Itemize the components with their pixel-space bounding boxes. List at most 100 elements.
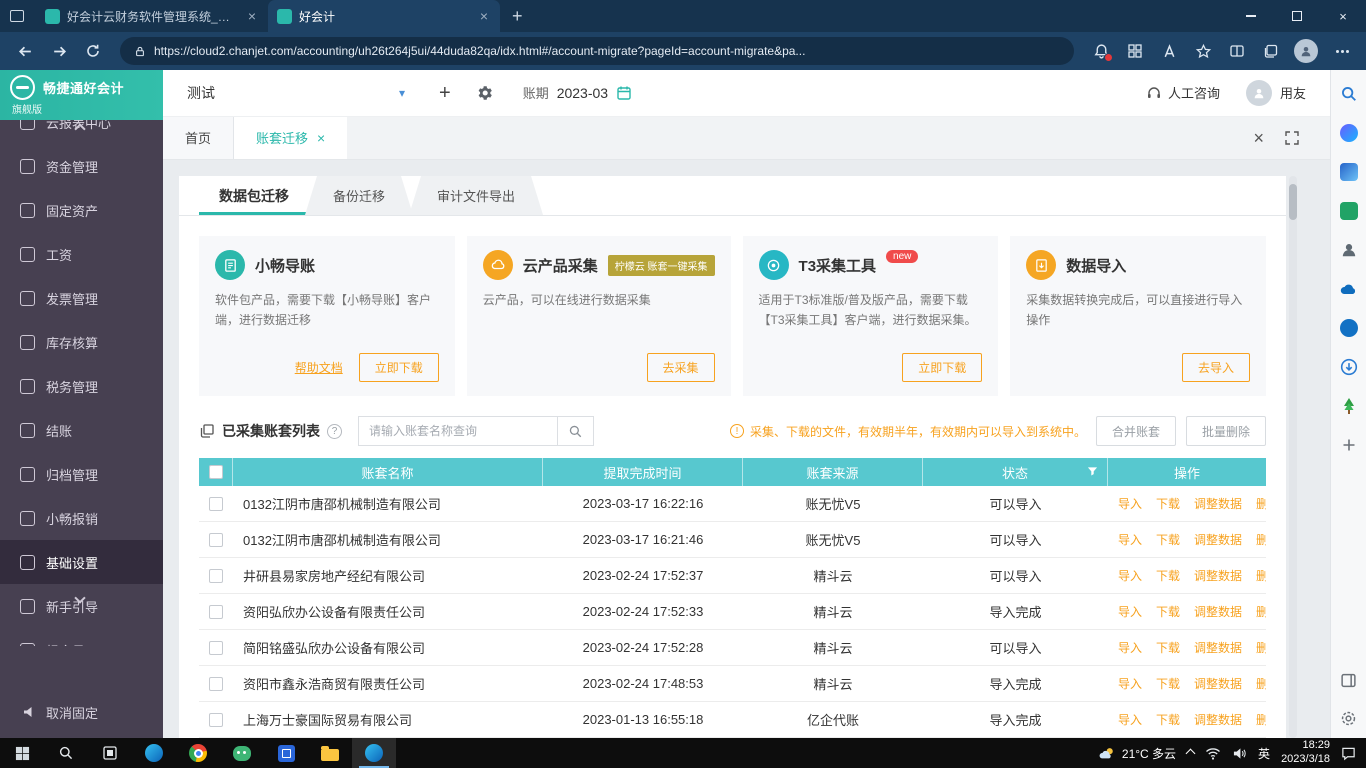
row-checkbox[interactable] (209, 532, 223, 547)
adjust-data-link[interactable]: 调整数据 (1194, 603, 1242, 620)
page-scrollbar[interactable] (1289, 176, 1297, 738)
row-checkbox[interactable] (209, 496, 223, 511)
delete-link[interactable]: 删除 (1256, 639, 1266, 656)
workspaces-grid-icon[interactable] (1120, 36, 1150, 66)
download-link[interactable]: 下载 (1156, 711, 1180, 728)
microsoft-365-icon[interactable] (1339, 201, 1359, 221)
import-link[interactable]: 导入 (1118, 711, 1142, 728)
go-collect-button[interactable]: 去采集 (646, 353, 715, 382)
sidebar-menu-item[interactable]: 新手引导 (0, 584, 163, 628)
calendar-icon[interactable] (616, 85, 632, 101)
unpin-sidebar-button[interactable]: 取消固定 (0, 694, 163, 730)
download-link[interactable]: 下载 (1156, 603, 1180, 620)
sidebar-menu-item[interactable]: 发票管理 (0, 276, 163, 320)
tab-close-icon[interactable]: × (477, 8, 491, 24)
notifications-bell-icon[interactable] (1086, 36, 1116, 66)
sidebar-menu-item[interactable]: 库存核算 (0, 320, 163, 364)
address-bar[interactable]: https://cloud2.chanjet.com/accounting/uh… (120, 37, 1074, 65)
drop-arrow-icon[interactable] (1339, 357, 1359, 377)
taskbar-search-icon[interactable] (44, 738, 88, 768)
sidebar-menu-item[interactable]: 固定资产 (0, 188, 163, 232)
download-now-button[interactable]: 立即下载 (358, 353, 439, 382)
tab-data-package-migrate[interactable]: 数据包迁移 (199, 176, 309, 215)
start-button[interactable] (0, 738, 44, 768)
action-center-icon[interactable] (1341, 746, 1356, 761)
row-checkbox[interactable] (209, 568, 223, 583)
import-link[interactable]: 导入 (1118, 567, 1142, 584)
download-link[interactable]: 下载 (1156, 531, 1180, 548)
task-view-icon[interactable] (88, 738, 132, 768)
tab-account-migrate[interactable]: 账套迁移 × (234, 116, 348, 159)
download-link[interactable]: 下载 (1156, 495, 1180, 512)
chrome-taskbar-icon[interactable] (176, 738, 220, 768)
download-now-button[interactable]: 立即下载 (902, 353, 983, 382)
support-button[interactable]: 人工咨询 (1146, 83, 1220, 102)
refresh-button[interactable] (78, 36, 108, 66)
outlook-icon[interactable] (1339, 318, 1359, 338)
weather-widget[interactable]: 21°C 多云 (1098, 745, 1176, 762)
adjust-data-link[interactable]: 调整数据 (1194, 531, 1242, 548)
search-input[interactable] (358, 416, 558, 446)
invoice-app-taskbar-icon[interactable] (264, 738, 308, 768)
add-account-button[interactable]: + (439, 83, 451, 103)
read-aloud-icon[interactable] (1154, 36, 1184, 66)
sidebar-menu-item[interactable]: 税务管理 (0, 364, 163, 408)
accounting-period[interactable]: 账期 2023-03 (523, 83, 632, 102)
tab-backup-migrate[interactable]: 备份迁移 (305, 176, 413, 215)
designer-icon[interactable] (1339, 162, 1359, 182)
sidebar-menu-item[interactable]: 结账 (0, 408, 163, 452)
download-link[interactable]: 下载 (1156, 675, 1180, 692)
user-menu[interactable]: 用友 (1245, 79, 1306, 106)
network-wifi-icon[interactable] (1205, 747, 1221, 760)
adjust-data-link[interactable]: 调整数据 (1194, 711, 1242, 728)
settings-gear-icon[interactable] (475, 84, 493, 102)
company-selector[interactable]: 测试 ▾ (187, 83, 405, 103)
copilot-icon[interactable] (1339, 123, 1359, 143)
adjust-data-link[interactable]: 调整数据 (1194, 675, 1242, 692)
import-link[interactable]: 导入 (1118, 495, 1142, 512)
delete-link[interactable]: 删除 (1256, 495, 1266, 512)
delete-link[interactable]: 删除 (1256, 531, 1266, 548)
tab-audit-export[interactable]: 审计文件导出 (409, 176, 543, 215)
add-to-sidebar-icon[interactable] (1339, 435, 1359, 455)
browser-profile-avatar[interactable] (1294, 39, 1318, 63)
browser-tab-active[interactable]: 好会计 × (268, 0, 500, 32)
sidebar-menu-item[interactable]: 归档管理 (0, 452, 163, 496)
taskbar-clock[interactable]: 18:29 2023/3/18 (1281, 739, 1330, 767)
browser-menu-icon[interactable] (1326, 36, 1356, 66)
help-icon[interactable]: ? (327, 423, 342, 439)
browser-tab-inactive[interactable]: 好会计云财务软件管理系统_会计 × (36, 0, 268, 32)
forward-button[interactable] (44, 36, 74, 66)
sidebar-menu-item[interactable]: 工资 (0, 232, 163, 276)
import-link[interactable]: 导入 (1118, 639, 1142, 656)
sidebar-menu-item[interactable]: 资金管理 (0, 144, 163, 188)
edge-active-window-icon[interactable] (352, 738, 396, 768)
select-all-checkbox[interactable] (208, 465, 223, 479)
tray-expand-icon[interactable] (1185, 748, 1196, 758)
delete-link[interactable]: 删除 (1256, 567, 1266, 584)
fullscreen-icon[interactable] (1284, 130, 1300, 146)
people-icon[interactable] (1339, 240, 1359, 260)
tree-planting-icon[interactable] (1339, 396, 1359, 416)
close-all-icon[interactable]: × (1253, 129, 1264, 147)
import-link[interactable]: 导入 (1118, 603, 1142, 620)
scrollbar-thumb[interactable] (1289, 184, 1297, 220)
volume-icon[interactable] (1232, 747, 1247, 760)
sidebar-menu-item[interactable]: 畅会员 (0, 628, 163, 646)
sidebar-menu-item[interactable]: 小畅报销 (0, 496, 163, 540)
merge-accounts-button[interactable]: 合并账套 (1095, 416, 1176, 446)
tab-close-icon[interactable]: × (245, 8, 259, 24)
close-window-button[interactable]: × (1320, 0, 1366, 32)
file-explorer-icon[interactable] (308, 738, 352, 768)
import-link[interactable]: 导入 (1118, 675, 1142, 692)
adjust-data-link[interactable]: 调整数据 (1194, 567, 1242, 584)
sidebar-menu-item[interactable]: 基础设置 (0, 540, 163, 584)
adjust-data-link[interactable]: 调整数据 (1194, 495, 1242, 512)
filter-funnel-icon[interactable] (1087, 466, 1098, 477)
tab-home[interactable]: 首页 (163, 116, 235, 159)
search-button[interactable] (558, 416, 594, 446)
import-link[interactable]: 导入 (1118, 531, 1142, 548)
row-checkbox[interactable] (209, 640, 223, 655)
maximize-button[interactable] (1274, 0, 1320, 32)
download-link[interactable]: 下载 (1156, 567, 1180, 584)
